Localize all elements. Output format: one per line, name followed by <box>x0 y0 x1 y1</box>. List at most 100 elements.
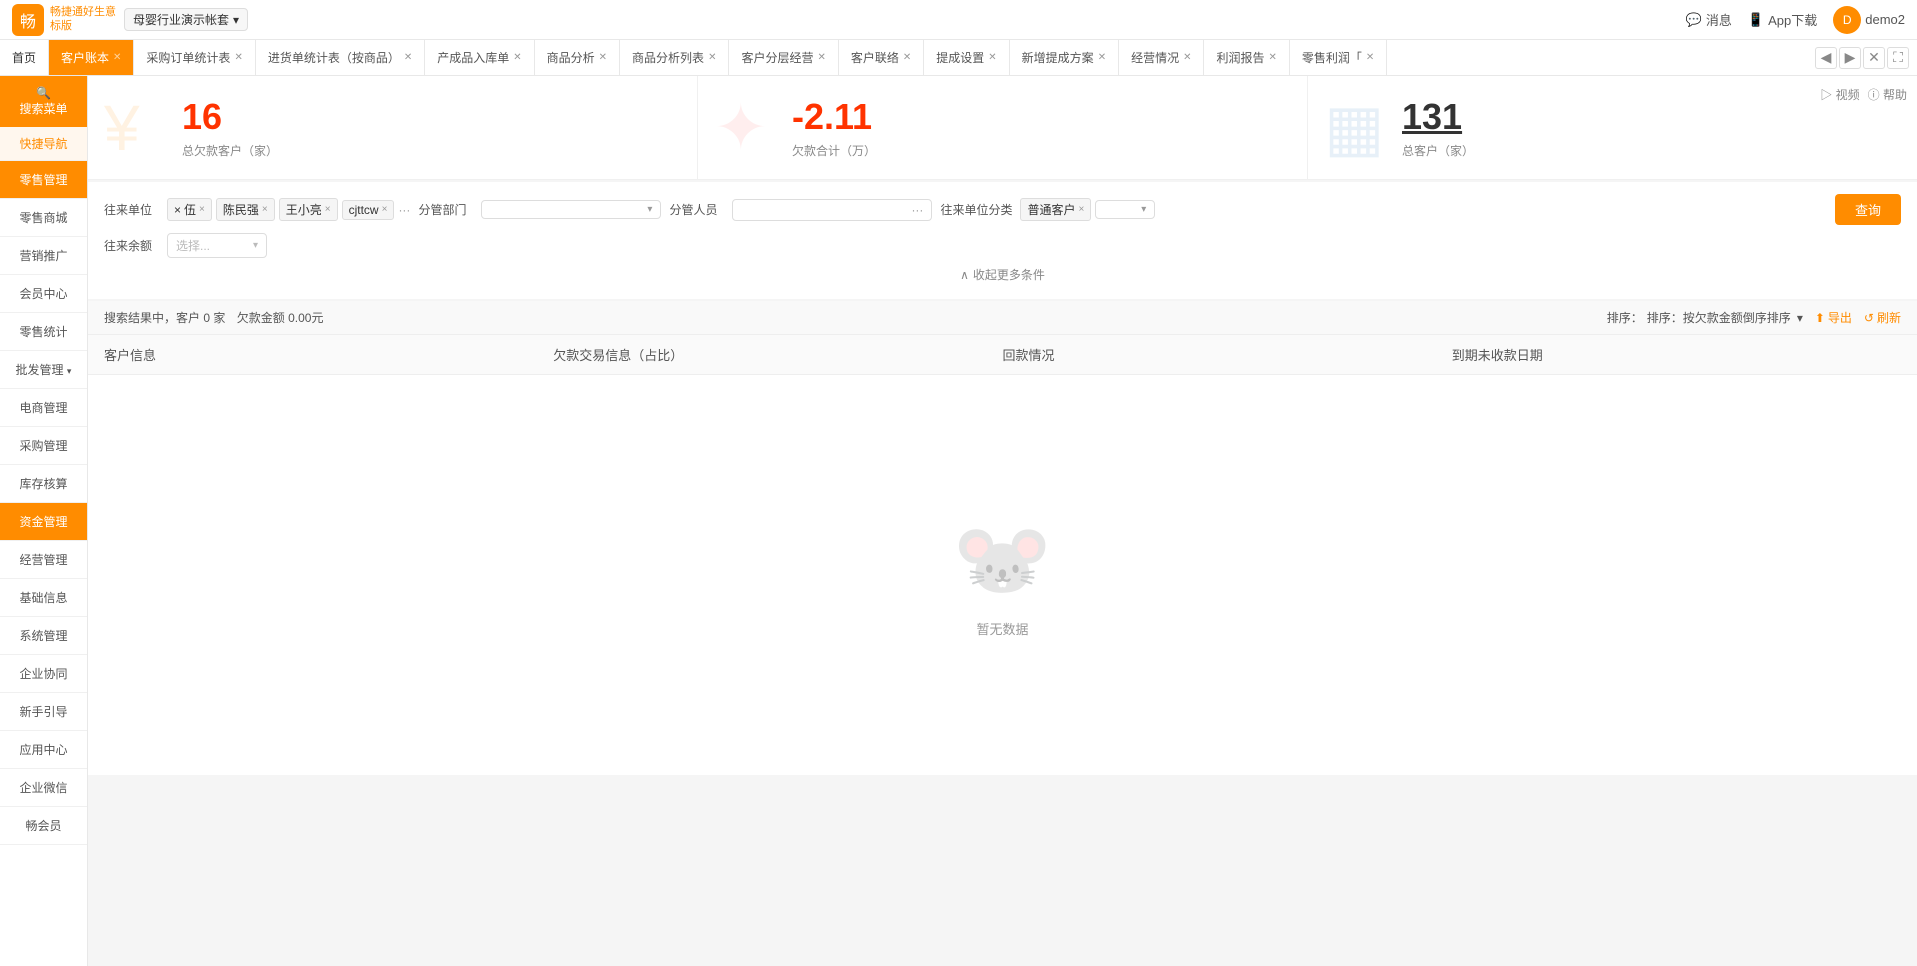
main-content: ¥ 16 总欠款客户（家） ✦ -2.11 欠款合计（万） ▦ 131 总客户（… <box>88 76 1917 966</box>
sidebar-item-system-mgmt[interactable]: 系统管理 <box>0 617 87 655</box>
export-btn[interactable]: ⬆ 导出 <box>1815 309 1852 326</box>
help-link[interactable]: ⓘ 帮助 <box>1868 86 1907 103</box>
stat-value-total: 131 <box>1402 96 1462 138</box>
sidebar-item-retail-mgmt[interactable]: 零售管理 <box>0 161 87 199</box>
sidebar-item-app-center[interactable]: 应用中心 <box>0 731 87 769</box>
quick-nav[interactable]: 快捷导航 <box>0 127 87 161</box>
filter-tag-0[interactable]: × 伍 × <box>167 198 212 221</box>
tab-home[interactable]: 首页 <box>0 40 49 76</box>
org-selector[interactable]: 母婴行业演示帐套 ▾ <box>124 8 248 31</box>
filter-dept-select[interactable]: ▾ <box>481 200 661 219</box>
tab-purchase-stats-by-product[interactable]: 进货单统计表（按商品） ✕ <box>256 40 425 76</box>
sidebar-item-basic-info[interactable]: 基础信息 <box>0 579 87 617</box>
search-icon: 🔍 <box>36 86 51 100</box>
filter-tag-2[interactable]: 王小亮 × <box>279 198 338 221</box>
col-repayment: 回款情况 <box>1003 345 1452 364</box>
filter-row-1: 往来单位 × 伍 × 陈民强 × 王小亮 × <box>104 194 1901 225</box>
classify-arrow-icon: ▾ <box>1141 204 1146 215</box>
tab-customer-contact[interactable]: 客户联络 ✕ <box>839 40 924 76</box>
video-link[interactable]: ▷ 视频 <box>1820 86 1859 103</box>
filter-more-btn[interactable]: ··· <box>398 203 410 217</box>
refresh-btn[interactable]: ↺ 刷新 <box>1864 309 1901 326</box>
tab-max-btn[interactable]: ⛶ <box>1887 47 1909 69</box>
sidebar-item-retail-mall[interactable]: 零售商城 <box>0 199 87 237</box>
app-download-btn[interactable]: 📱 App下载 <box>1748 10 1817 29</box>
nav-controls: ◀ ▶ ✕ ⛶ <box>1815 47 1917 69</box>
result-bar: 搜索结果中，客户 0 家 欠款金额 0.00元 排序： 排序：按欠款金额倒序排序… <box>88 301 1917 335</box>
tab-product-analysis-list[interactable]: 商品分析列表 ✕ <box>620 40 729 76</box>
tab-purchase-order-stats[interactable]: 采购订单统计表 ✕ <box>134 40 255 76</box>
tab-close-2[interactable]: ✕ <box>234 52 242 63</box>
tab-product-analysis[interactable]: 商品分析 ✕ <box>535 40 620 76</box>
tab-customer-tier[interactable]: 客户分层经营 ✕ <box>729 40 838 76</box>
sidebar-item-enterprise-wechat[interactable]: 企业微信 <box>0 769 87 807</box>
sidebar-item-business-mgmt[interactable]: 经营管理 <box>0 541 87 579</box>
filter-tag-close-2[interactable]: × <box>325 204 331 215</box>
filter-classify-tag-0[interactable]: 普通客户 × <box>1020 198 1091 221</box>
tab-close-7[interactable]: ✕ <box>817 52 825 63</box>
filter-person-select[interactable]: ··· <box>732 199 932 221</box>
nav-tabs: 首页 客户账本 ✕ 采购订单统计表 ✕ 进货单统计表（按商品） ✕ 产成品入库单… <box>0 40 1917 76</box>
tab-close-13[interactable]: ✕ <box>1366 52 1374 63</box>
table-header: 客户信息 欠款交易信息（占比） 回款情况 到期未收款日期 <box>88 335 1917 375</box>
sidebar-item-capital-mgmt[interactable]: 资金管理 <box>0 503 87 541</box>
logo-text: 畅捷通好生意 标版 <box>50 6 116 32</box>
tab-close-9[interactable]: ✕ <box>988 52 996 63</box>
sidebar-item-inventory-audit[interactable]: 库存核算 <box>0 465 87 503</box>
stat-bg-icon-2: ✦ <box>714 90 768 165</box>
filter-tag-close-3[interactable]: × <box>382 204 388 215</box>
tab-retail-profit[interactable]: 零售利润「 ✕ <box>1290 40 1387 76</box>
user-menu[interactable]: D demo2 <box>1833 6 1905 34</box>
tab-close-11[interactable]: ✕ <box>1183 52 1191 63</box>
sidebar-item-wholesale-mgmt[interactable]: 批发管理 ▾ <box>0 351 87 389</box>
tab-close-all-btn[interactable]: ✕ <box>1863 47 1885 69</box>
tab-customer-ledger[interactable]: 客户账本 ✕ <box>49 40 134 76</box>
stat-value-overdue: -2.11 <box>792 96 872 138</box>
sidebar-item-retail-stats[interactable]: 零售统计 <box>0 313 87 351</box>
tab-close-6[interactable]: ✕ <box>708 52 716 63</box>
filter-classify-select[interactable]: ▾ <box>1095 200 1155 219</box>
filter-tag-1[interactable]: 陈民强 × <box>216 198 275 221</box>
sidebar-item-beginner-guide[interactable]: 新手引导 <box>0 693 87 731</box>
filter-tag-3[interactable]: cjttcw × <box>342 200 395 220</box>
table-body: 🐭 暂无数据 <box>88 375 1917 775</box>
tab-business-situation[interactable]: 经营情况 ✕ <box>1119 40 1204 76</box>
sidebar-item-enterprise-collab[interactable]: 企业协同 <box>0 655 87 693</box>
help-links: ▷ 视频 ⓘ 帮助 <box>1820 86 1907 103</box>
filter-classify-tag-close[interactable]: × <box>1078 204 1084 215</box>
message-btn[interactable]: 💬 消息 <box>1686 10 1732 29</box>
filter-tag-close-0[interactable]: × <box>199 204 205 215</box>
layout: 🔍 搜索菜单 快捷导航 零售管理 零售商城 营销推广 会员中心 零售统计 批发管… <box>0 76 1917 966</box>
tab-next-btn[interactable]: ▶ <box>1839 47 1861 69</box>
sidebar-item-marketing[interactable]: 营销推广 <box>0 237 87 275</box>
sidebar-item-chang-member[interactable]: 畅会员 <box>0 807 87 845</box>
tab-close-customer-ledger[interactable]: ✕ <box>113 52 121 63</box>
sort-select[interactable]: 排序： 排序：按欠款金额倒序排序 ▾ <box>1607 309 1803 326</box>
filter-person-label: 分管人员 <box>669 201 724 218</box>
tab-new-commission-plan[interactable]: 新增提成方案 ✕ <box>1010 40 1119 76</box>
tab-close-5[interactable]: ✕ <box>599 52 607 63</box>
sidebar-item-member-center[interactable]: 会员中心 <box>0 275 87 313</box>
sidebar-item-ecommerce-mgmt[interactable]: 电商管理 <box>0 389 87 427</box>
avatar: D <box>1833 6 1861 34</box>
result-actions: 排序： 排序：按欠款金额倒序排序 ▾ ⬆ 导出 ↺ 刷新 <box>1607 309 1901 326</box>
collapse-btn[interactable]: ∧ 收起更多条件 <box>960 266 1045 283</box>
filter-balance-select[interactable]: 选择... ▾ <box>167 233 267 258</box>
tab-close-8[interactable]: ✕ <box>903 52 911 63</box>
filter-tag-close-1[interactable]: × <box>262 204 268 215</box>
tab-close-12[interactable]: ✕ <box>1269 52 1277 63</box>
tab-close-4[interactable]: ✕ <box>513 52 521 63</box>
tab-product-stock[interactable]: 产成品入库单 ✕ <box>425 40 534 76</box>
refresh-icon: ↺ <box>1864 311 1874 325</box>
sort-arrow-icon: ▾ <box>1797 311 1803 325</box>
tab-profit-report[interactable]: 利润报告 ✕ <box>1204 40 1289 76</box>
sidebar-item-purchase-mgmt[interactable]: 采购管理 <box>0 427 87 465</box>
tab-close-10[interactable]: ✕ <box>1098 52 1106 63</box>
tab-commission-settings[interactable]: 提成设置 ✕ <box>924 40 1009 76</box>
tab-prev-btn[interactable]: ◀ <box>1815 47 1837 69</box>
sidebar-search[interactable]: 🔍 搜索菜单 <box>0 76 87 127</box>
tab-close-3[interactable]: ✕ <box>404 52 412 63</box>
stat-card-overdue: ✦ -2.11 欠款合计（万） <box>698 76 1308 179</box>
data-table: 客户信息 欠款交易信息（占比） 回款情况 到期未收款日期 🐭 暂无数据 <box>88 335 1917 775</box>
search-button[interactable]: 查询 <box>1835 194 1901 225</box>
